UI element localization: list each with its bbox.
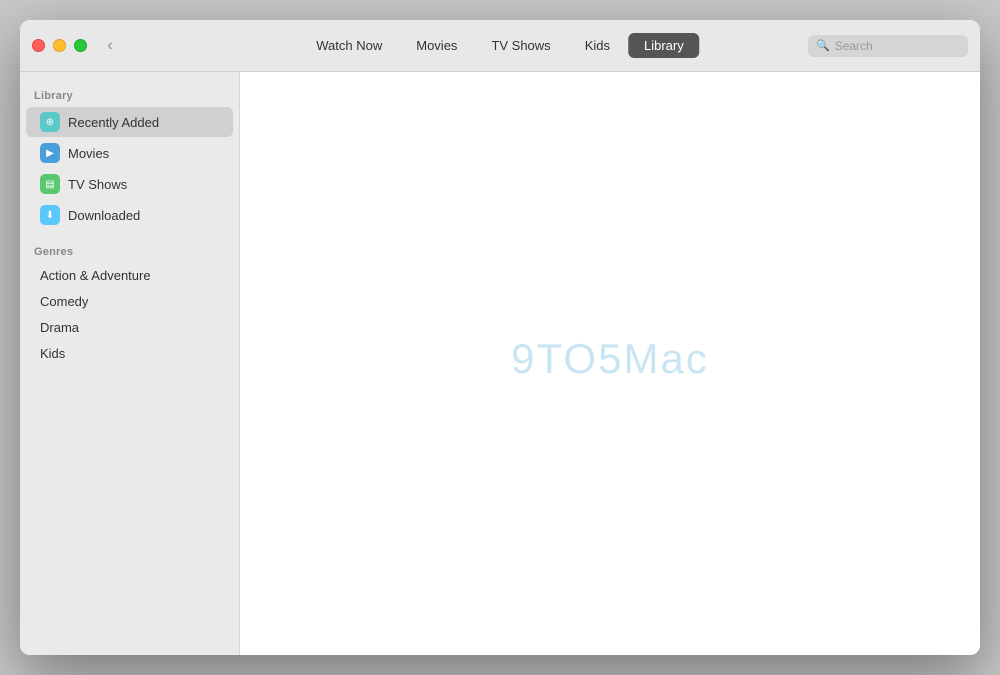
movies-label: Movies bbox=[68, 146, 109, 161]
search-icon: 🔍 bbox=[816, 39, 830, 52]
maximize-button[interactable] bbox=[74, 39, 87, 52]
sidebar: Library ⊕ Recently Added ▶ Movies ▤ TV Shows ⬇… bbox=[20, 72, 240, 655]
genre-item-comedy[interactable]: Comedy bbox=[26, 289, 233, 314]
search-box[interactable]: 🔍 bbox=[808, 35, 968, 57]
genre-item-drama[interactable]: Drama bbox=[26, 315, 233, 340]
traffic-lights bbox=[32, 39, 87, 52]
library-items: ⊕ Recently Added ▶ Movies ▤ TV Shows ⬇ Download… bbox=[20, 107, 239, 230]
watermark: 9TO5Mac bbox=[511, 335, 709, 383]
main-layout: Library ⊕ Recently Added ▶ Movies ▤ TV Shows ⬇… bbox=[20, 72, 980, 655]
recently-added-label: Recently Added bbox=[68, 115, 159, 130]
genres-section-label: Genres bbox=[20, 240, 239, 262]
content-area: 9TO5Mac bbox=[240, 72, 980, 655]
genre-item-action-adventure[interactable]: Action & Adventure bbox=[26, 263, 233, 288]
back-button[interactable]: ‹ bbox=[99, 35, 121, 57]
library-section-label: Library bbox=[20, 84, 239, 106]
nav-tab-kids[interactable]: Kids bbox=[569, 33, 626, 58]
search-input[interactable] bbox=[835, 39, 960, 53]
nav-tab-watch-now[interactable]: Watch Now bbox=[300, 33, 398, 58]
titlebar: ‹ Watch NowMoviesTV ShowsKidsLibrary 🔍 bbox=[20, 20, 980, 72]
sidebar-item-tv-shows[interactable]: ▤ TV Shows bbox=[26, 169, 233, 199]
downloaded-label: Downloaded bbox=[68, 208, 140, 223]
genre-item-kids[interactable]: Kids bbox=[26, 341, 233, 366]
sidebar-item-recently-added[interactable]: ⊕ Recently Added bbox=[26, 107, 233, 137]
genres-section: Genres Action & AdventureComedyDramaKids bbox=[20, 240, 239, 366]
recently-added-icon: ⊕ bbox=[40, 112, 60, 132]
sidebar-item-downloaded[interactable]: ⬇ Downloaded bbox=[26, 200, 233, 230]
nav-tabs: Watch NowMoviesTV ShowsKidsLibrary bbox=[300, 33, 699, 58]
close-button[interactable] bbox=[32, 39, 45, 52]
nav-tab-tv-shows[interactable]: TV Shows bbox=[475, 33, 566, 58]
sidebar-item-movies[interactable]: ▶ Movies bbox=[26, 138, 233, 168]
genre-items: Action & AdventureComedyDramaKids bbox=[20, 263, 239, 366]
nav-tab-library[interactable]: Library bbox=[628, 33, 700, 58]
minimize-button[interactable] bbox=[53, 39, 66, 52]
tv-shows-icon: ▤ bbox=[40, 174, 60, 194]
nav-tab-movies[interactable]: Movies bbox=[400, 33, 473, 58]
app-window: ‹ Watch NowMoviesTV ShowsKidsLibrary 🔍 L… bbox=[20, 20, 980, 655]
movies-icon: ▶ bbox=[40, 143, 60, 163]
downloaded-icon: ⬇ bbox=[40, 205, 60, 225]
tv-shows-label: TV Shows bbox=[68, 177, 127, 192]
